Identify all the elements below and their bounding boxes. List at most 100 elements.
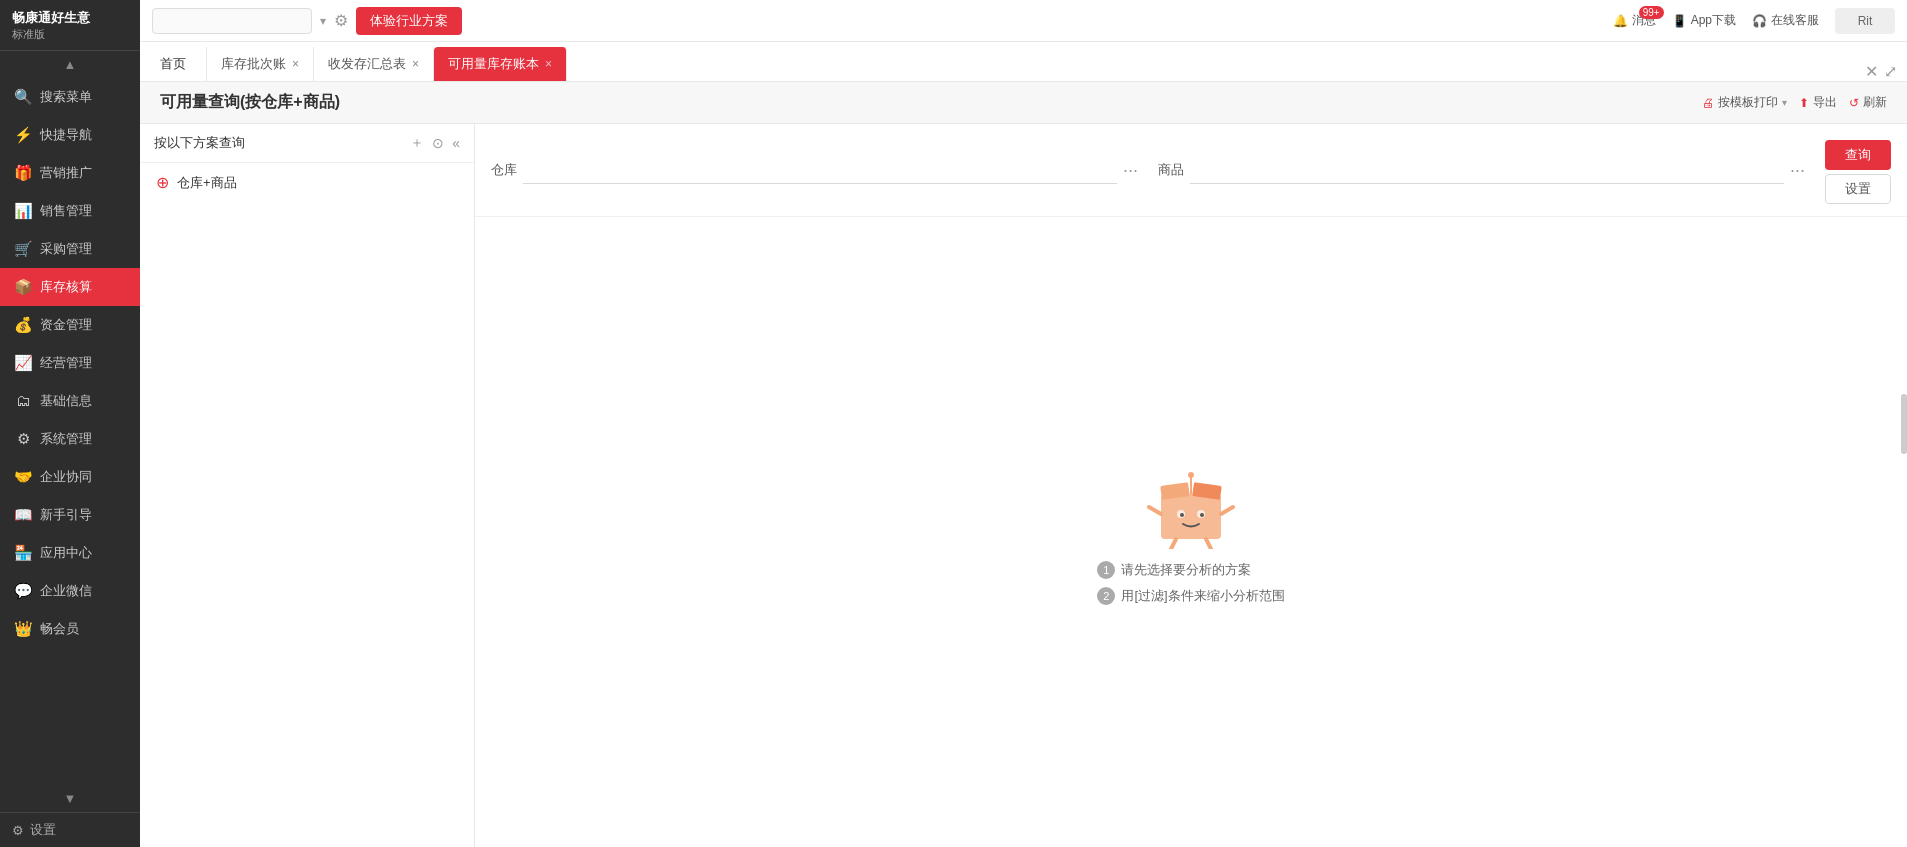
app-download-area[interactable]: 📱 App下载 <box>1672 12 1736 29</box>
empty-hint-2: 2 用[过滤]条件来缩小分析范围 <box>1097 587 1284 605</box>
svg-line-12 <box>1206 539 1211 549</box>
tab-home[interactable]: 首页 <box>140 47 207 81</box>
tab-batch-label: 库存批次账 <box>221 55 286 73</box>
sidebar-item-13[interactable]: 💬企业微信 <box>0 572 140 610</box>
svg-point-6 <box>1200 513 1204 517</box>
content-area: 按以下方案查询 ＋ ⊙ « ⊕ 仓库+商品 仓库 ··· <box>140 124 1907 847</box>
tab-summary[interactable]: 收发存汇总表 × <box>314 47 434 81</box>
settings-button[interactable]: 设置 <box>1825 174 1891 204</box>
svg-rect-0 <box>1161 494 1221 539</box>
product-more-icon[interactable]: ··· <box>1790 160 1805 181</box>
sidebar-label-11: 新手引导 <box>40 506 92 524</box>
settings-scheme-icon[interactable]: ⊙ <box>432 135 444 151</box>
sidebar: 畅康通好生意 标准版 ▲ 🔍搜索菜单⚡快捷导航🎁营销推广📊销售管理 🛒 采购管理 📦库… <box>0 0 140 847</box>
refresh-btn[interactable]: ↺ 刷新 <box>1849 94 1887 111</box>
user-name: Rit <box>1858 14 1873 28</box>
tab-available[interactable]: 可用量库存账本 × <box>434 47 567 81</box>
phone-icon: 📱 <box>1672 14 1687 28</box>
sidebar-icon-4: 🛒 <box>14 240 32 258</box>
sidebar-label-6: 资金管理 <box>40 316 92 334</box>
sidebar-icon-13: 💬 <box>14 582 32 600</box>
add-scheme-icon[interactable]: ＋ <box>410 134 424 152</box>
svg-line-11 <box>1171 539 1176 549</box>
filter-row: 仓库 ··· 商品 ··· 查询 设置 <box>475 124 1907 217</box>
sidebar-label-7: 经营管理 <box>40 354 92 372</box>
print-icon: 🖨 <box>1702 96 1714 110</box>
sidebar-icon-7: 📈 <box>14 354 32 372</box>
sidebar-icon-8: 🗂 <box>14 392 32 410</box>
print-btn[interactable]: 🖨 按模板打印 ▾ <box>1702 94 1787 111</box>
query-button[interactable]: 查询 <box>1825 140 1891 170</box>
product-label: 商品 <box>1158 161 1184 179</box>
sidebar-icon-1: ⚡ <box>14 126 32 144</box>
collapse-panel-icon[interactable]: « <box>452 135 460 151</box>
sidebar-item-3[interactable]: 📊销售管理 <box>0 192 140 230</box>
scheme-item-label: 仓库+商品 <box>177 174 237 192</box>
empty-hint-1: 1 请先选择要分析的方案 <box>1097 561 1284 579</box>
right-scroll-indicator[interactable] <box>1901 394 1907 454</box>
sidebar-item-12[interactable]: 🏪应用中心 <box>0 534 140 572</box>
sidebar-bottom-label: 设置 <box>30 821 56 839</box>
tab-bar: 首页 库存批次账 × 收发存汇总表 × 可用量库存账本 × ✕ ⤢ <box>140 42 1907 82</box>
sidebar-item-14[interactable]: 👑畅会员 <box>0 610 140 648</box>
notification-area[interactable]: 🔔 消息 99+ <box>1613 12 1656 29</box>
tab-home-label: 首页 <box>160 55 186 73</box>
app-version: 标准版 <box>12 27 128 42</box>
search-input[interactable] <box>152 8 312 34</box>
export-btn[interactable]: ⬆ 导出 <box>1799 94 1837 111</box>
product-input[interactable] <box>1190 156 1784 184</box>
trial-button[interactable]: 体验行业方案 <box>356 7 462 35</box>
sidebar-item-10[interactable]: 🤝企业协同 <box>0 458 140 496</box>
tab-available-label: 可用量库存账本 <box>448 55 539 73</box>
sidebar-item-8[interactable]: 🗂基础信息 <box>0 382 140 420</box>
sidebar-label-4: 采购管理 <box>40 240 92 258</box>
print-label: 按模板打印 <box>1718 94 1778 111</box>
top-bar-left: ▾ ⚙ 体验行业方案 <box>152 7 1605 35</box>
sidebar-icon-9: ⚙ <box>14 430 32 448</box>
export-icon: ⬆ <box>1799 96 1809 110</box>
warehouse-input[interactable] <box>523 156 1117 184</box>
window-controls: ✕ ⤢ <box>1855 62 1907 81</box>
sidebar-item-4[interactable]: 🛒 采购管理 <box>0 230 140 268</box>
sidebar-item-7[interactable]: 📈 经营管理 <box>0 344 140 382</box>
sidebar-bottom[interactable]: ⚙ 设置 <box>0 812 140 847</box>
sidebar-label-2: 营销推广 <box>40 164 92 182</box>
maximize-window-icon[interactable]: ⤢ <box>1884 62 1897 81</box>
left-panel-title: 按以下方案查询 <box>154 134 245 152</box>
warehouse-more-icon[interactable]: ··· <box>1123 160 1138 181</box>
sidebar-item-6[interactable]: 💰 资金管理 <box>0 306 140 344</box>
tab-batch-account[interactable]: 库存批次账 × <box>207 47 314 81</box>
gear-icon[interactable]: ⚙ <box>334 11 348 30</box>
customer-service-area[interactable]: 🎧 在线客服 <box>1752 12 1819 29</box>
sidebar-icon-5: 📦 <box>14 278 32 296</box>
scroll-down-btn[interactable]: ▼ <box>0 785 140 812</box>
sidebar-label-3: 销售管理 <box>40 202 92 220</box>
page-title: 可用量查询(按仓库+商品) <box>160 92 340 113</box>
sidebar-item-5[interactable]: 📦库存核算 <box>0 268 140 306</box>
print-dropdown-icon[interactable]: ▾ <box>1782 97 1787 108</box>
user-avatar[interactable]: Rit <box>1835 8 1895 34</box>
page-header: 可用量查询(按仓库+商品) 🖨 按模板打印 ▾ ⬆ 导出 ↺ 刷新 <box>140 82 1907 124</box>
sidebar-item-2[interactable]: 🎁营销推广 <box>0 154 140 192</box>
right-content: 仓库 ··· 商品 ··· 查询 设置 <box>475 124 1907 847</box>
sidebar-item-1[interactable]: ⚡快捷导航 <box>0 116 140 154</box>
sidebar-item-9[interactable]: ⚙系统管理 <box>0 420 140 458</box>
close-window-icon[interactable]: ✕ <box>1865 62 1878 81</box>
left-panel: 按以下方案查询 ＋ ⊙ « ⊕ 仓库+商品 <box>140 124 475 847</box>
sidebar-header: 畅康通好生意 标准版 <box>0 0 140 51</box>
scheme-item[interactable]: ⊕ 仓库+商品 <box>140 163 474 202</box>
empty-state: 1 请先选择要分析的方案 2 用[过滤]条件来缩小分析范围 <box>475 217 1907 847</box>
scroll-up-btn[interactable]: ▲ <box>0 51 140 78</box>
sidebar-nav: 🔍搜索菜单⚡快捷导航🎁营销推广📊销售管理 🛒 采购管理 📦库存核算 💰 资金管理 📈 经营管理… <box>0 78 140 785</box>
warehouse-label: 仓库 <box>491 161 517 179</box>
dropdown-arrow-icon[interactable]: ▾ <box>320 14 326 28</box>
svg-point-8 <box>1188 472 1194 478</box>
page-actions: 🖨 按模板打印 ▾ ⬆ 导出 ↺ 刷新 <box>1702 94 1887 111</box>
scheme-icon: ⊕ <box>156 173 169 192</box>
sidebar-item-11[interactable]: 📖新手引导 <box>0 496 140 534</box>
tab-batch-close[interactable]: × <box>292 57 299 71</box>
tab-available-close[interactable]: × <box>545 57 552 71</box>
tab-summary-close[interactable]: × <box>412 57 419 71</box>
sidebar-icon-6: 💰 <box>14 316 32 334</box>
sidebar-item-0[interactable]: 🔍搜索菜单 <box>0 78 140 116</box>
